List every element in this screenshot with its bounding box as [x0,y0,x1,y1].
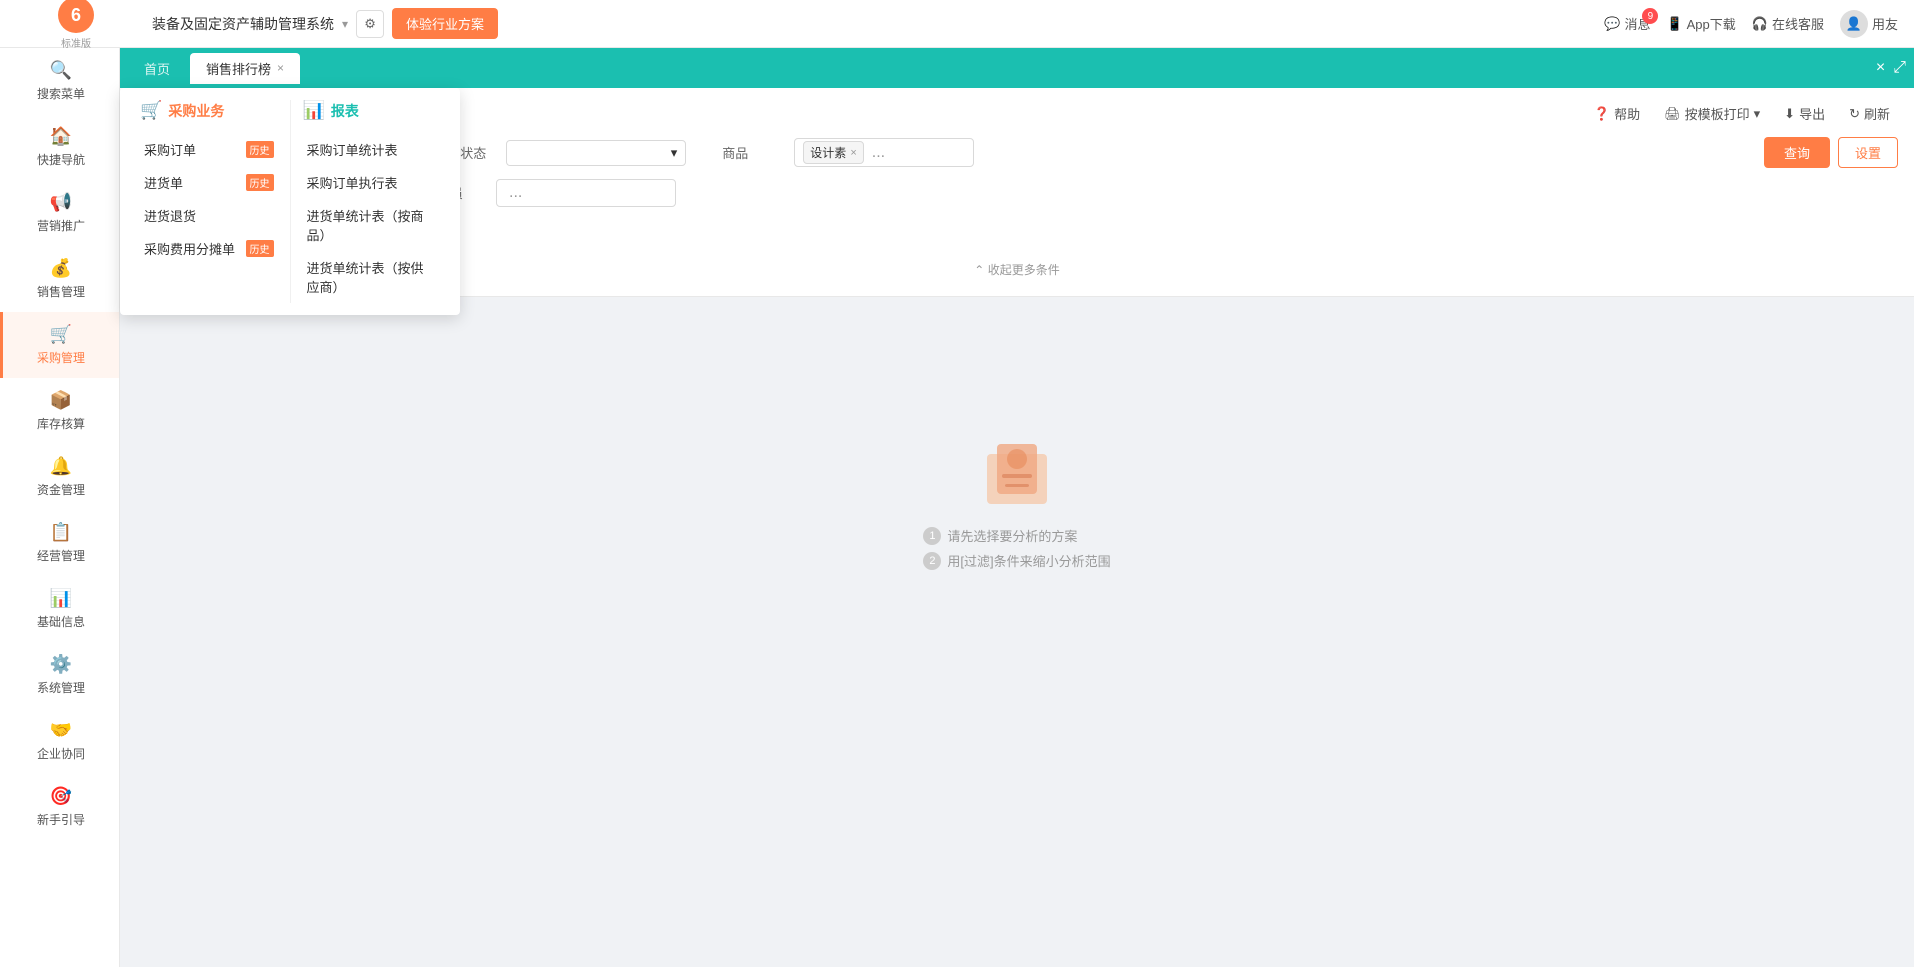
phone-icon: 📱 [1666,16,1682,32]
empty-hint-1: 1 请先选择要分析的方案 [923,526,1110,545]
salesperson-filter[interactable]: ... [496,179,676,207]
empty-illustration [967,424,1067,514]
operations-icon: 📋 [50,522,72,543]
empty-hints: 1 请先选择要分析的方案 2 用[过滤]条件来缩小分析范围 [923,526,1110,570]
sidebar-item-basic-info[interactable]: 📊 基础信息 [0,576,119,642]
dropdown-item-goods-return[interactable]: 进货退货 [140,199,278,232]
history-badge-1: 历史 [246,174,274,191]
settings-icon-btn[interactable]: ⚙ [356,10,384,38]
voucher-status-dropdown-icon: ▾ [671,145,678,161]
query-button[interactable]: 查询 [1764,137,1830,168]
empty-state: 1 请先选择要分析的方案 2 用[过滤]条件来缩小分析范围 [120,297,1914,697]
message-badge: 9 [1642,8,1658,24]
collapse-up-icon: ⌃ [974,263,987,277]
hint-num-2: 2 [923,552,941,570]
dropdown-item-goods-receipt[interactable]: 进货单 历史 [140,166,278,199]
tab-fullscreen-icon[interactable]: ⤢ [1893,59,1906,77]
product-filter[interactable]: 设计素 × ... [794,138,974,167]
message-icon: 💬 [1604,16,1620,32]
logo-subtitle: 标准版 [61,35,91,50]
sidebar-item-search-menu[interactable]: 🔍 搜索菜单 [0,48,119,114]
industry-button[interactable]: 体验行业方案 [392,8,498,39]
print-icon: 🖨 [1664,106,1681,122]
settings-button[interactable]: 设置 [1838,137,1898,168]
dropdown-item-po-execution[interactable]: 采购订单执行表 [303,166,441,199]
salesperson-dots-btn[interactable]: ... [505,184,526,202]
avatar: 👤 [1840,10,1868,38]
enterprise-icon: 🤝 [50,720,72,741]
dropdown-col-purchase: 🛒 采购业务 采购订单 历史 进货单 历史 进货退货 采购费用分摊单 历史 [132,100,286,303]
help-btn[interactable]: ❓ 帮助 [1586,100,1648,127]
system-icon: ⚙️ [50,654,72,675]
sidebar-item-inventory[interactable]: 📦 库存核算 [0,378,119,444]
guide-icon: 🎯 [50,786,72,807]
tab-sales-rank[interactable]: 销售排行榜 × [190,53,300,84]
top-header: 6 标准版 装备及固定资产辅助管理系统 ▾ ⚙ 体验行业方案 💬 消息 9 📱 … [0,0,1914,48]
sidebar-item-operations[interactable]: 📋 经营管理 [0,510,119,576]
sidebar-item-enterprise-coop[interactable]: 🤝 企业协同 [0,708,119,774]
sidebar-item-finance[interactable]: 🔔 资金管理 [0,444,119,510]
marketing-icon: 📢 [50,192,72,213]
dropdown-item-purchase-expense[interactable]: 采购费用分摊单 历史 [140,232,278,265]
sales-icon: 💰 [50,258,72,279]
help-icon: ❓ [1594,106,1610,122]
dropdown-item-purchase-order[interactable]: 采购订单 历史 [140,133,278,166]
reports-col-title: 📊 报表 [303,100,441,129]
sidebar: 🔍 搜索菜单 🏠 快捷导航 📢 营销推广 💰 销售管理 🛒 采购管理 📦 库存核… [0,48,120,967]
product-tag: 设计素 × [803,141,863,164]
logo-area: 6 标准版 [16,0,136,50]
user-item[interactable]: 👤 用友 [1840,10,1898,38]
empty-hint-2: 2 用[过滤]条件来缩小分析范围 [923,551,1110,570]
dropdown-item-goods-stats-supplier[interactable]: 进货单统计表（按供应商） [303,251,441,303]
sidebar-item-beginner-guide[interactable]: 🎯 新手引导 [0,774,119,840]
product-dots-btn[interactable]: ... [868,144,889,162]
headset-icon: 🎧 [1752,16,1768,32]
history-badge-0: 历史 [246,141,274,158]
title-dropdown-icon[interactable]: ▾ [342,17,348,31]
app-logo: 6 [58,0,94,33]
refresh-icon: ↻ [1849,106,1860,122]
product-label: 商品 [722,143,782,162]
sidebar-item-sales-mgmt[interactable]: 💰 销售管理 [0,246,119,312]
tab-expand-area: × ⤢ [1876,59,1906,77]
online-service-item[interactable]: 🎧 在线客服 [1752,14,1824,33]
history-badge-3: 历史 [246,240,274,257]
dropdown-col-reports: 📊 报表 采购订单统计表 采购订单执行表 进货单统计表（按商品） 进货单统计表（… [295,100,449,303]
sidebar-item-system-mgmt[interactable]: ⚙️ 系统管理 [0,642,119,708]
dropdown-cols: 🛒 采购业务 采购订单 历史 进货单 历史 进货退货 采购费用分摊单 历史 [132,100,448,303]
header-right: 💬 消息 9 📱 App下载 🎧 在线客服 👤 用友 [1604,10,1898,38]
reports-col-icon: 📊 [303,100,325,121]
message-item[interactable]: 💬 消息 9 [1604,14,1650,33]
purchase-col-title: 🛒 采购业务 [140,100,278,129]
inventory-icon: 📦 [50,390,72,411]
purchase-dropdown-menu: 🛒 采购业务 采购订单 历史 进货单 历史 进货退货 采购费用分摊单 历史 [120,88,460,315]
dropdown-item-goods-stats-product[interactable]: 进货单统计表（按商品） [303,199,441,251]
sidebar-item-purchase-mgmt[interactable]: 🛒 采购管理 [0,312,119,378]
dropdown-item-po-stats[interactable]: 采购订单统计表 [303,133,441,166]
refresh-btn[interactable]: ↻ 刷新 [1841,100,1898,127]
purchase-col-icon: 🛒 [140,100,162,121]
tab-window-close-icon[interactable]: × [1876,59,1885,77]
system-title: 装备及固定资产辅助管理系统 [152,14,334,34]
print-dropdown-icon[interactable]: ▾ [1754,106,1761,122]
basic-info-icon: 📊 [50,588,72,609]
tab-bar: 首页 销售排行榜 × × ⤢ [120,48,1914,88]
search-menu-icon: 🔍 [50,60,72,81]
app-download-item[interactable]: 📱 App下载 [1666,14,1735,33]
sidebar-item-marketing[interactable]: 📢 营销推广 [0,180,119,246]
purchase-icon: 🛒 [50,324,72,345]
print-btn[interactable]: 🖨 按模板打印 ▾ [1656,100,1768,127]
dropdown-divider [290,100,291,303]
hint-num-1: 1 [923,527,941,545]
export-btn[interactable]: ⬇ 导出 [1776,100,1833,127]
finance-icon: 🔔 [50,456,72,477]
tab-home[interactable]: 首页 [128,53,186,84]
export-icon: ⬇ [1784,106,1795,122]
sidebar-item-quick-nav[interactable]: 🏠 快捷导航 [0,114,119,180]
quick-nav-icon: 🏠 [50,126,72,147]
system-title-area: 装备及固定资产辅助管理系统 ▾ ⚙ 体验行业方案 [136,8,1604,39]
product-tag-close[interactable]: × [850,147,856,159]
voucher-status-select[interactable]: ▾ [506,140,686,166]
tab-close-icon[interactable]: × [277,61,284,75]
